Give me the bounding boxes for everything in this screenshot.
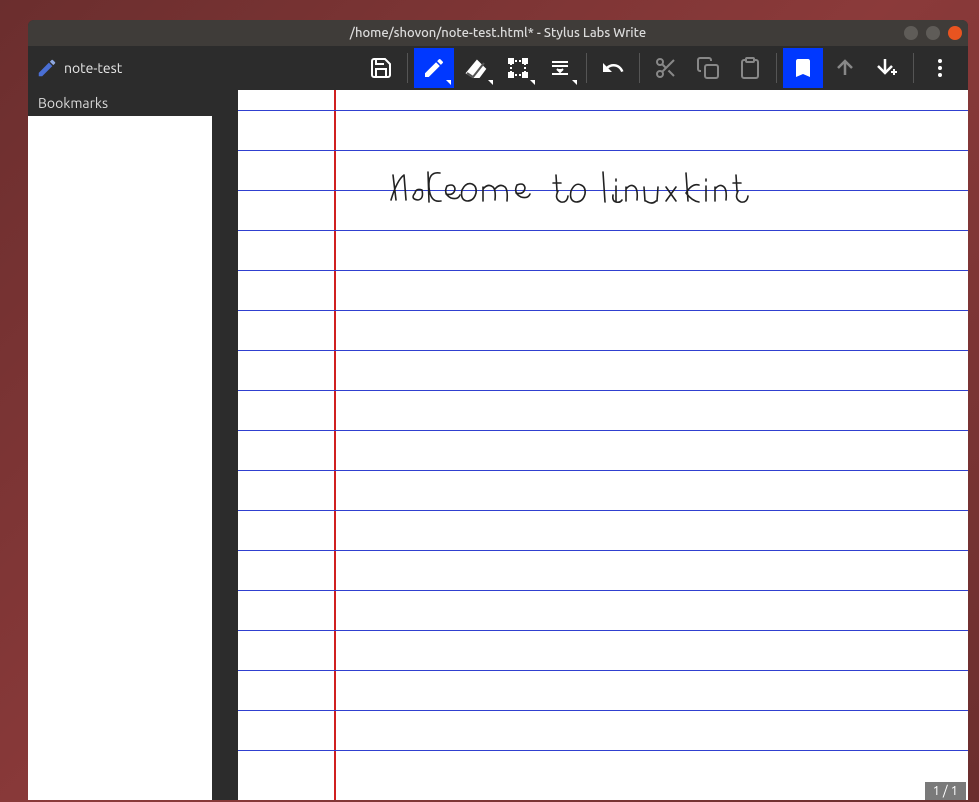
save-button[interactable]: [361, 48, 401, 88]
rule-line: [238, 230, 968, 231]
paste-button[interactable]: [730, 48, 770, 88]
menu-icon: [928, 56, 952, 80]
sidebar-header: Bookmarks: [28, 90, 218, 116]
rule-line: [238, 630, 968, 631]
paper[interactable]: [238, 90, 968, 800]
rule-line: [238, 350, 968, 351]
arrow-down-add-icon: [875, 56, 899, 80]
separator: [407, 53, 408, 83]
bookmarks-list[interactable]: [28, 116, 212, 800]
insert-space-icon: [548, 56, 572, 80]
window-controls: [904, 26, 962, 40]
rule-line: [238, 750, 968, 751]
separator: [639, 53, 640, 83]
undo-icon: [601, 56, 625, 80]
copy-icon: [696, 56, 720, 80]
select-button[interactable]: [498, 48, 538, 88]
handwritten-text: [388, 165, 788, 225]
separator: [913, 53, 914, 83]
document-name: note-test: [64, 60, 122, 76]
rule-line: [238, 710, 968, 711]
minimize-button[interactable]: [904, 26, 918, 40]
margin-line: [334, 90, 336, 800]
insert-space-button[interactable]: [540, 48, 580, 88]
rule-line: [238, 470, 968, 471]
eraser-icon: [464, 56, 488, 80]
pen-icon: [422, 56, 446, 80]
rule-line: [238, 270, 968, 271]
paste-icon: [738, 56, 762, 80]
sidebar: Bookmarks: [28, 90, 218, 800]
toolbar-buttons: [361, 48, 960, 88]
cut-icon: [654, 56, 678, 80]
separator: [586, 53, 587, 83]
rule-line: [238, 390, 968, 391]
close-button[interactable]: [948, 26, 962, 40]
content-area: Bookmarks: [28, 90, 968, 800]
save-icon: [369, 56, 393, 80]
bookmark-icon: [791, 56, 815, 80]
document-title-area[interactable]: note-test: [36, 57, 122, 79]
eraser-button[interactable]: [456, 48, 496, 88]
undo-button[interactable]: [593, 48, 633, 88]
pen-button[interactable]: [414, 48, 454, 88]
toolbar: note-test: [28, 46, 968, 90]
next-page-button[interactable]: [867, 48, 907, 88]
copy-button[interactable]: [688, 48, 728, 88]
rule-line: [238, 510, 968, 511]
separator: [776, 53, 777, 83]
canvas-area[interactable]: 1 / 1: [218, 90, 968, 800]
rule-line: [238, 550, 968, 551]
rule-line: [238, 430, 968, 431]
maximize-button[interactable]: [926, 26, 940, 40]
menu-button[interactable]: [920, 48, 960, 88]
rule-line: [238, 110, 968, 111]
prev-page-button[interactable]: [825, 48, 865, 88]
arrow-up-icon: [833, 56, 857, 80]
rule-line: [238, 590, 968, 591]
page-indicator: 1 / 1: [925, 782, 966, 800]
app-window: /home/shovon/note-test.html* - Stylus La…: [28, 20, 968, 800]
cut-button[interactable]: [646, 48, 686, 88]
bookmark-button[interactable]: [783, 48, 823, 88]
select-icon: [506, 56, 530, 80]
pencil-icon: [36, 57, 58, 79]
window-title: /home/shovon/note-test.html* - Stylus La…: [350, 26, 646, 40]
rule-line: [238, 150, 968, 151]
rule-line: [238, 670, 968, 671]
titlebar[interactable]: /home/shovon/note-test.html* - Stylus La…: [28, 20, 968, 46]
rule-line: [238, 310, 968, 311]
